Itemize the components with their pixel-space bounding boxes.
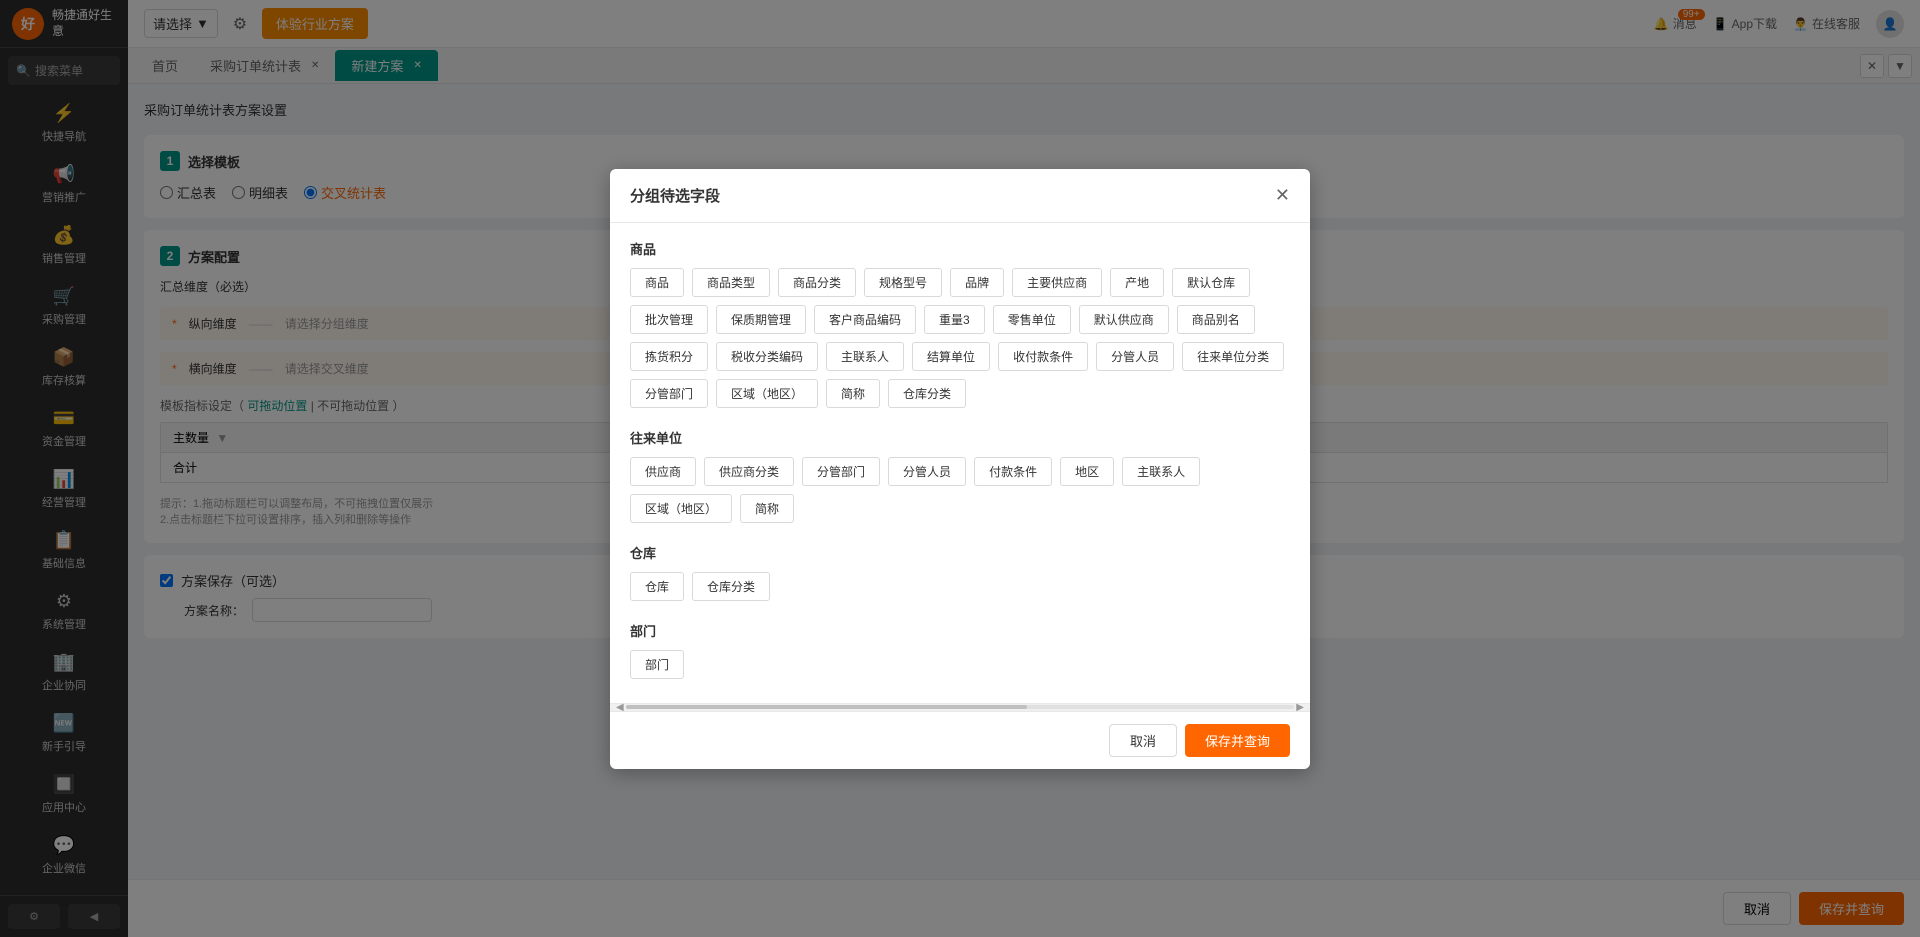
field-tag-product-17[interactable]: 主联系人 <box>826 342 904 371</box>
field-tag-product-21[interactable]: 往来单位分类 <box>1182 342 1284 371</box>
section-partner-title: 往来单位 <box>630 428 1290 447</box>
field-tag-product-22[interactable]: 分管部门 <box>630 379 708 408</box>
field-tag-product-19[interactable]: 收付款条件 <box>998 342 1088 371</box>
field-tag-product-2[interactable]: 商品分类 <box>778 268 856 297</box>
section-warehouse: 仓库 仓库 仓库分类 <box>630 543 1290 601</box>
field-tag-product-14[interactable]: 商品别名 <box>1177 305 1255 334</box>
field-tag-product-0[interactable]: 商品 <box>630 268 684 297</box>
field-tag-product-1[interactable]: 商品类型 <box>692 268 770 297</box>
section-warehouse-fields: 仓库 仓库分类 <box>630 572 1290 601</box>
field-tag-product-8[interactable]: 批次管理 <box>630 305 708 334</box>
field-tag-product-9[interactable]: 保质期管理 <box>716 305 806 334</box>
modal-cancel-button[interactable]: 取消 <box>1109 724 1177 757</box>
field-tag-partner-4[interactable]: 付款条件 <box>974 457 1052 486</box>
field-tag-product-11[interactable]: 重量3 <box>924 305 985 334</box>
field-tag-product-18[interactable]: 结算单位 <box>912 342 990 371</box>
section-partner: 往来单位 供应商 供应商分类 分管部门 分管人员 付款条件 地区 主联系人 区域… <box>630 428 1290 523</box>
field-tag-warehouse-0[interactable]: 仓库 <box>630 572 684 601</box>
hscroll-thumb <box>626 705 1027 709</box>
field-tag-partner-5[interactable]: 地区 <box>1060 457 1114 486</box>
modal-hscroll[interactable]: ◀ ▶ <box>610 703 1310 711</box>
field-select-modal: 分组待选字段 ✕ 商品 商品 商品类型 商品分类 规格型号 品牌 主要供应商 产… <box>610 169 1310 769</box>
modal-confirm-button[interactable]: 保存并查询 <box>1185 724 1290 757</box>
field-tag-partner-7[interactable]: 区域（地区） <box>630 494 732 523</box>
field-tag-warehouse-1[interactable]: 仓库分类 <box>692 572 770 601</box>
field-tag-partner-1[interactable]: 供应商分类 <box>704 457 794 486</box>
field-tag-product-16[interactable]: 税收分类编码 <box>716 342 818 371</box>
field-tag-department-0[interactable]: 部门 <box>630 650 684 679</box>
section-product-fields: 商品 商品类型 商品分类 规格型号 品牌 主要供应商 产地 默认仓库 批次管理 … <box>630 268 1290 408</box>
section-department-fields: 部门 <box>630 650 1290 679</box>
hscroll-track <box>626 705 1295 709</box>
field-tag-partner-0[interactable]: 供应商 <box>630 457 696 486</box>
field-tag-partner-6[interactable]: 主联系人 <box>1122 457 1200 486</box>
field-tag-partner-8[interactable]: 简称 <box>740 494 794 523</box>
section-warehouse-title: 仓库 <box>630 543 1290 562</box>
modal-body[interactable]: 商品 商品 商品类型 商品分类 规格型号 品牌 主要供应商 产地 默认仓库 批次… <box>610 223 1310 703</box>
field-tag-product-13[interactable]: 默认供应商 <box>1079 305 1169 334</box>
field-tag-partner-2[interactable]: 分管部门 <box>802 457 880 486</box>
field-tag-partner-3[interactable]: 分管人员 <box>888 457 966 486</box>
field-tag-product-12[interactable]: 零售单位 <box>993 305 1071 334</box>
section-product: 商品 商品 商品类型 商品分类 规格型号 品牌 主要供应商 产地 默认仓库 批次… <box>630 239 1290 408</box>
field-tag-product-20[interactable]: 分管人员 <box>1096 342 1174 371</box>
section-partner-fields: 供应商 供应商分类 分管部门 分管人员 付款条件 地区 主联系人 区域（地区） … <box>630 457 1290 523</box>
field-tag-product-7[interactable]: 默认仓库 <box>1172 268 1250 297</box>
modal-title: 分组待选字段 <box>630 185 720 206</box>
section-department: 部门 部门 <box>630 621 1290 679</box>
section-department-title: 部门 <box>630 621 1290 640</box>
field-tag-product-25[interactable]: 仓库分类 <box>888 379 966 408</box>
section-product-title: 商品 <box>630 239 1290 258</box>
field-tag-product-23[interactable]: 区域（地区） <box>716 379 818 408</box>
field-tag-product-5[interactable]: 主要供应商 <box>1012 268 1102 297</box>
modal-header: 分组待选字段 ✕ <box>610 169 1310 223</box>
field-tag-product-4[interactable]: 品牌 <box>950 268 1004 297</box>
field-tag-product-6[interactable]: 产地 <box>1110 268 1164 297</box>
modal-footer: 取消 保存并查询 <box>610 711 1310 769</box>
field-tag-product-15[interactable]: 拣货积分 <box>630 342 708 371</box>
modal-close-button[interactable]: ✕ <box>1275 185 1290 206</box>
field-tag-product-3[interactable]: 规格型号 <box>864 268 942 297</box>
field-tag-product-24[interactable]: 简称 <box>826 379 880 408</box>
field-tag-product-10[interactable]: 客户商品编码 <box>814 305 916 334</box>
